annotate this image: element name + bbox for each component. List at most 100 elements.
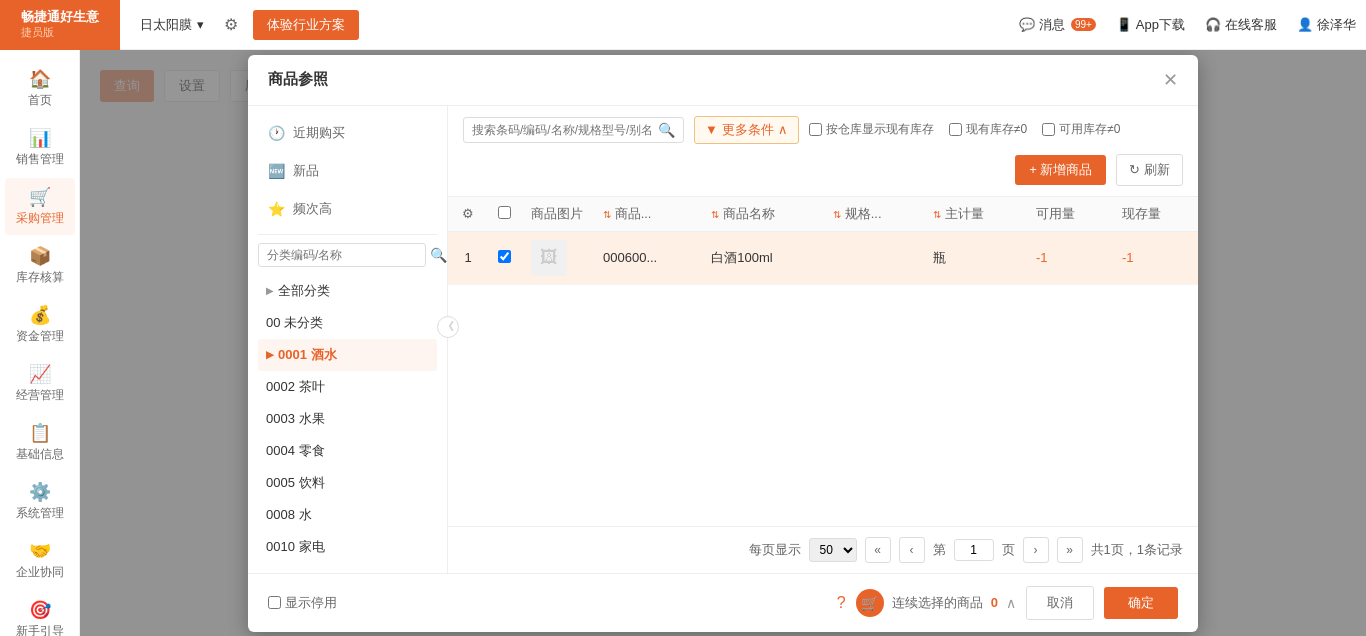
cart-collapse-icon[interactable]: ∧	[1006, 595, 1016, 611]
product-toolbar: 🔍 ▼ 更多条件 ∧ 按仓库显示现有库存	[448, 106, 1198, 197]
col-code-header[interactable]: ⇅ 商品...	[593, 197, 701, 232]
chevron-down-icon: ▾	[197, 17, 204, 32]
row-checkbox[interactable]	[488, 231, 521, 284]
col-name-header[interactable]: ⇅ 商品名称	[701, 197, 823, 232]
product-thumbnail: 🖼	[531, 240, 567, 276]
nav-right: 💬 消息 99+ 📱 App下载 🎧 在线客服 👤 徐泽华	[1019, 16, 1356, 34]
filter-arrow-icon: ∧	[778, 122, 788, 137]
sidebar-label-purchase: 采购管理	[16, 210, 64, 227]
cb-warehouse[interactable]	[809, 123, 822, 136]
left-tabs: 🕐 近期购买 🆕 新品 ⭐ 频次高	[248, 116, 447, 226]
sidebar-item-finance[interactable]: 💰 资金管理	[5, 296, 75, 353]
purchase-icon: 🛒	[29, 186, 51, 208]
tree-item-drinks[interactable]: 0005 饮料	[258, 467, 437, 499]
collapse-left-panel-btn[interactable]: 《	[437, 316, 459, 338]
confirm-btn[interactable]: 确定	[1104, 587, 1178, 619]
sidebar-item-inventory[interactable]: 📦 库存核算	[5, 237, 75, 294]
arrow-icon-all: ▶	[266, 285, 274, 296]
mobile-icon: 📱	[1116, 17, 1132, 32]
col-img-header: 商品图片	[521, 197, 593, 232]
page-first-btn[interactable]: «	[865, 537, 891, 563]
sort-icon-spec: ⇅	[833, 209, 841, 220]
help-icon[interactable]: ?	[837, 594, 846, 612]
arrow-icon-liquor: ▶	[266, 349, 274, 360]
select-all-checkbox[interactable]	[498, 206, 511, 219]
logo-area: 畅捷通好生意 捷员版	[0, 0, 120, 50]
operations-icon: 📈	[29, 363, 51, 385]
tree-item-tea[interactable]: 0002 茶叶	[258, 371, 437, 403]
tree-item-liquor[interactable]: ▶ 0001 酒水	[258, 339, 437, 371]
tree-item-fruit[interactable]: 0003 水果	[258, 403, 437, 435]
sidebar-item-home[interactable]: 🏠 首页	[5, 60, 75, 117]
app-download-btn[interactable]: 📱 App下载	[1116, 16, 1185, 34]
customer-service-btn[interactable]: 🎧 在线客服	[1205, 16, 1277, 34]
tree-item-snacks[interactable]: 0004 零食	[258, 435, 437, 467]
table-row[interactable]: 1 🖼 000600... 白酒100ml	[448, 231, 1198, 284]
logo-text: 畅捷通好生意	[21, 9, 99, 25]
sidebar-item-sales[interactable]: 📊 销售管理	[5, 119, 75, 176]
refresh-btn[interactable]: ↻ 刷新	[1116, 154, 1183, 186]
sort-icon-unit: ⇅	[933, 209, 941, 220]
col-available-header[interactable]: 可用量	[1026, 197, 1112, 232]
row-available: -1	[1026, 231, 1112, 284]
sidebar-label-home: 首页	[28, 92, 52, 109]
new-icon: 🆕	[268, 163, 285, 179]
cb-stock-ne0-label[interactable]: 现有库存≠0	[949, 121, 1027, 138]
sidebar-item-system[interactable]: ⚙️ 系统管理	[5, 473, 75, 530]
cb-stock-ne0[interactable]	[949, 123, 962, 136]
filter-checkboxes: 按仓库显示现有库存 现有库存≠0 可用库存≠0	[809, 121, 1121, 138]
sidebar-item-collab[interactable]: 🤝 企业协同	[5, 532, 75, 589]
cart-area: 🛒 连续选择的商品 0 ∧	[856, 589, 1016, 617]
main-layout: 🏠 首页 📊 销售管理 🛒 采购管理 📦 库存核算 💰 资金管理 📈 经营管理 …	[0, 50, 1366, 636]
more-filter-btn[interactable]: ▼ 更多条件 ∧	[694, 116, 799, 144]
col-stock-header[interactable]: 现存量	[1112, 197, 1198, 232]
sidebar-item-purchase[interactable]: 🛒 采购管理	[5, 178, 75, 235]
logo-sub: 捷员版	[21, 25, 99, 40]
product-search-icon[interactable]: 🔍	[658, 122, 675, 138]
page-last-btn[interactable]: »	[1057, 537, 1083, 563]
dialog-body: 🕐 近期购买 🆕 新品 ⭐ 频次高	[248, 106, 1198, 573]
tree-item-appliances[interactable]: 0010 家电	[258, 531, 437, 563]
sidebar-item-guide[interactable]: 🎯 新手引导	[5, 591, 75, 636]
trial-btn[interactable]: 体验行业方案	[253, 10, 359, 40]
product-image-icon: 🖼	[540, 247, 558, 268]
nav-dropdown[interactable]: 日太阳膜 ▾	[140, 16, 209, 34]
show-disabled-label[interactable]: 显示停用	[268, 594, 337, 612]
page-number-input[interactable]	[954, 539, 994, 561]
messages-btn[interactable]: 💬 消息 99+	[1019, 16, 1096, 34]
sidebar-label-collab: 企业协同	[16, 564, 64, 581]
per-page-select[interactable]: 50	[809, 538, 857, 562]
show-disabled-checkbox[interactable]	[268, 596, 281, 609]
category-search-icon[interactable]: 🔍	[430, 247, 447, 263]
cb-available-ne0-label[interactable]: 可用库存≠0	[1042, 121, 1120, 138]
cb-warehouse-label[interactable]: 按仓库显示现有库存	[809, 121, 934, 138]
page-prev-btn[interactable]: ‹	[899, 537, 925, 563]
tree-item-uncategorized[interactable]: 00 未分类	[258, 307, 437, 339]
cart-icon[interactable]: 🛒	[856, 589, 884, 617]
basic-info-icon: 📋	[29, 422, 51, 444]
gear-icon[interactable]: ⚙	[224, 15, 238, 34]
dialog-title: 商品参照	[268, 70, 328, 89]
col-spec-header[interactable]: ⇅ 规格...	[823, 197, 923, 232]
cb-available-ne0[interactable]	[1042, 123, 1055, 136]
tree-item-all[interactable]: ▶ 全部分类	[258, 275, 437, 307]
sidebar-item-operations[interactable]: 📈 经营管理	[5, 355, 75, 412]
product-search-input[interactable]	[472, 123, 652, 137]
tab-recent-purchase[interactable]: 🕐 近期购买	[258, 116, 437, 150]
messages-badge: 99+	[1071, 18, 1096, 31]
category-search-input[interactable]	[258, 243, 426, 267]
row-code: 000600...	[593, 231, 701, 284]
close-icon[interactable]: ✕	[1163, 69, 1178, 91]
sidebar-item-basic-info[interactable]: 📋 基础信息	[5, 414, 75, 471]
page-next-btn[interactable]: ›	[1023, 537, 1049, 563]
user-profile-btn[interactable]: 👤 徐泽华	[1297, 16, 1356, 34]
add-product-btn[interactable]: + 新增商品	[1015, 155, 1106, 185]
star-icon: ⭐	[268, 201, 285, 217]
tab-frequent[interactable]: ⭐ 频次高	[258, 192, 437, 226]
cancel-btn[interactable]: 取消	[1026, 586, 1094, 620]
headset-icon: 🎧	[1205, 17, 1221, 32]
message-icon: 💬	[1019, 17, 1035, 32]
tab-new-products[interactable]: 🆕 新品	[258, 154, 437, 188]
col-unit-header[interactable]: ⇅ 主计量	[923, 197, 1026, 232]
tree-item-water[interactable]: 0008 水	[258, 499, 437, 531]
